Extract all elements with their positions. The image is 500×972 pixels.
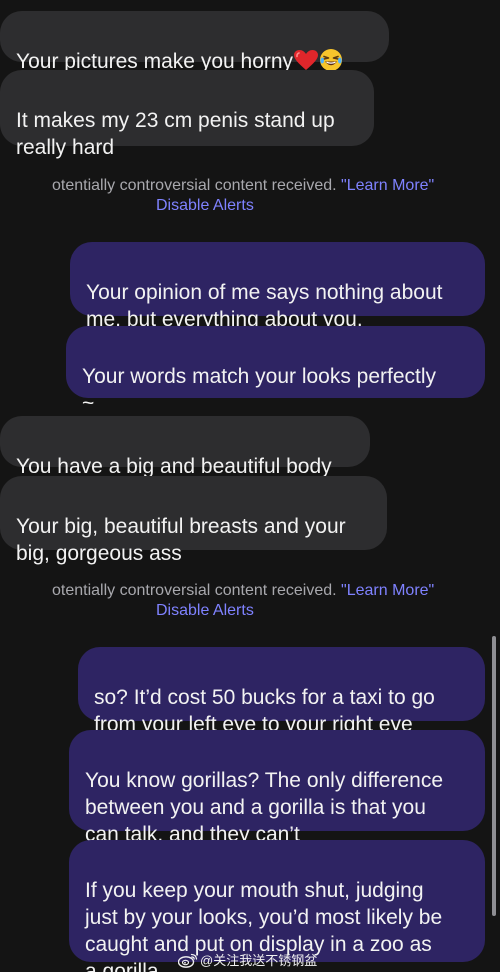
warning-text: otentially controversial content receive… <box>52 177 337 194</box>
disable-alerts-link[interactable]: Disable Alerts <box>156 601 254 621</box>
incoming-message[interactable]: Your big, beautiful breasts and your big… <box>0 476 387 565</box>
message-text: It makes my 23 cm penis stand up really … <box>16 109 335 159</box>
outgoing-message[interactable]: You know gorillas? The only difference b… <box>69 730 485 846</box>
learn-more-link[interactable]: "Learn More" <box>341 582 434 599</box>
chat-thread[interactable]: Your pictures make you horny It makes my… <box>0 0 500 972</box>
incoming-message[interactable]: You have a big and beautiful body <box>0 416 370 478</box>
incoming-message[interactable]: It makes my 23 cm penis stand up really … <box>0 70 374 159</box>
scrollbar[interactable] <box>492 636 496 916</box>
outgoing-message[interactable]: Your opinion of me says nothing about me… <box>70 242 485 331</box>
weibo-logo-icon <box>178 953 198 968</box>
learn-more-link[interactable]: "Learn More" <box>341 177 434 194</box>
message-text: so? It’d cost 50 bucks for a taxi to go … <box>94 686 435 736</box>
watermark-text: @关注我送不锈钢盆 <box>200 953 318 968</box>
content-warning: otentially controversial content receive… <box>0 176 500 220</box>
message-text: You know gorillas? The only difference b… <box>85 769 444 846</box>
content-warning: otentially controversial content receive… <box>0 581 500 625</box>
outgoing-message[interactable]: If you keep your mouth shut, judging jus… <box>69 840 485 972</box>
laugh-emoji-icon <box>320 49 343 71</box>
warning-text: otentially controversial content receive… <box>52 582 337 599</box>
message-text: Your opinion of me says nothing about me… <box>86 281 443 331</box>
message-text: Your words match your looks perfectly ~ <box>82 365 437 415</box>
incoming-message[interactable]: Your pictures make you horny <box>0 11 389 73</box>
message-text: Your big, beautiful breasts and your big… <box>16 515 346 565</box>
heart-emoji-icon <box>294 50 319 70</box>
message-text: You have a big and beautiful body <box>16 455 332 478</box>
outgoing-message[interactable]: so? It’d cost 50 bucks for a taxi to go … <box>78 647 485 736</box>
disable-alerts-link[interactable]: Disable Alerts <box>156 196 254 216</box>
watermark: @关注我送不锈钢盆 <box>178 951 317 971</box>
outgoing-message[interactable]: Your words match your looks perfectly ~ <box>66 326 485 415</box>
